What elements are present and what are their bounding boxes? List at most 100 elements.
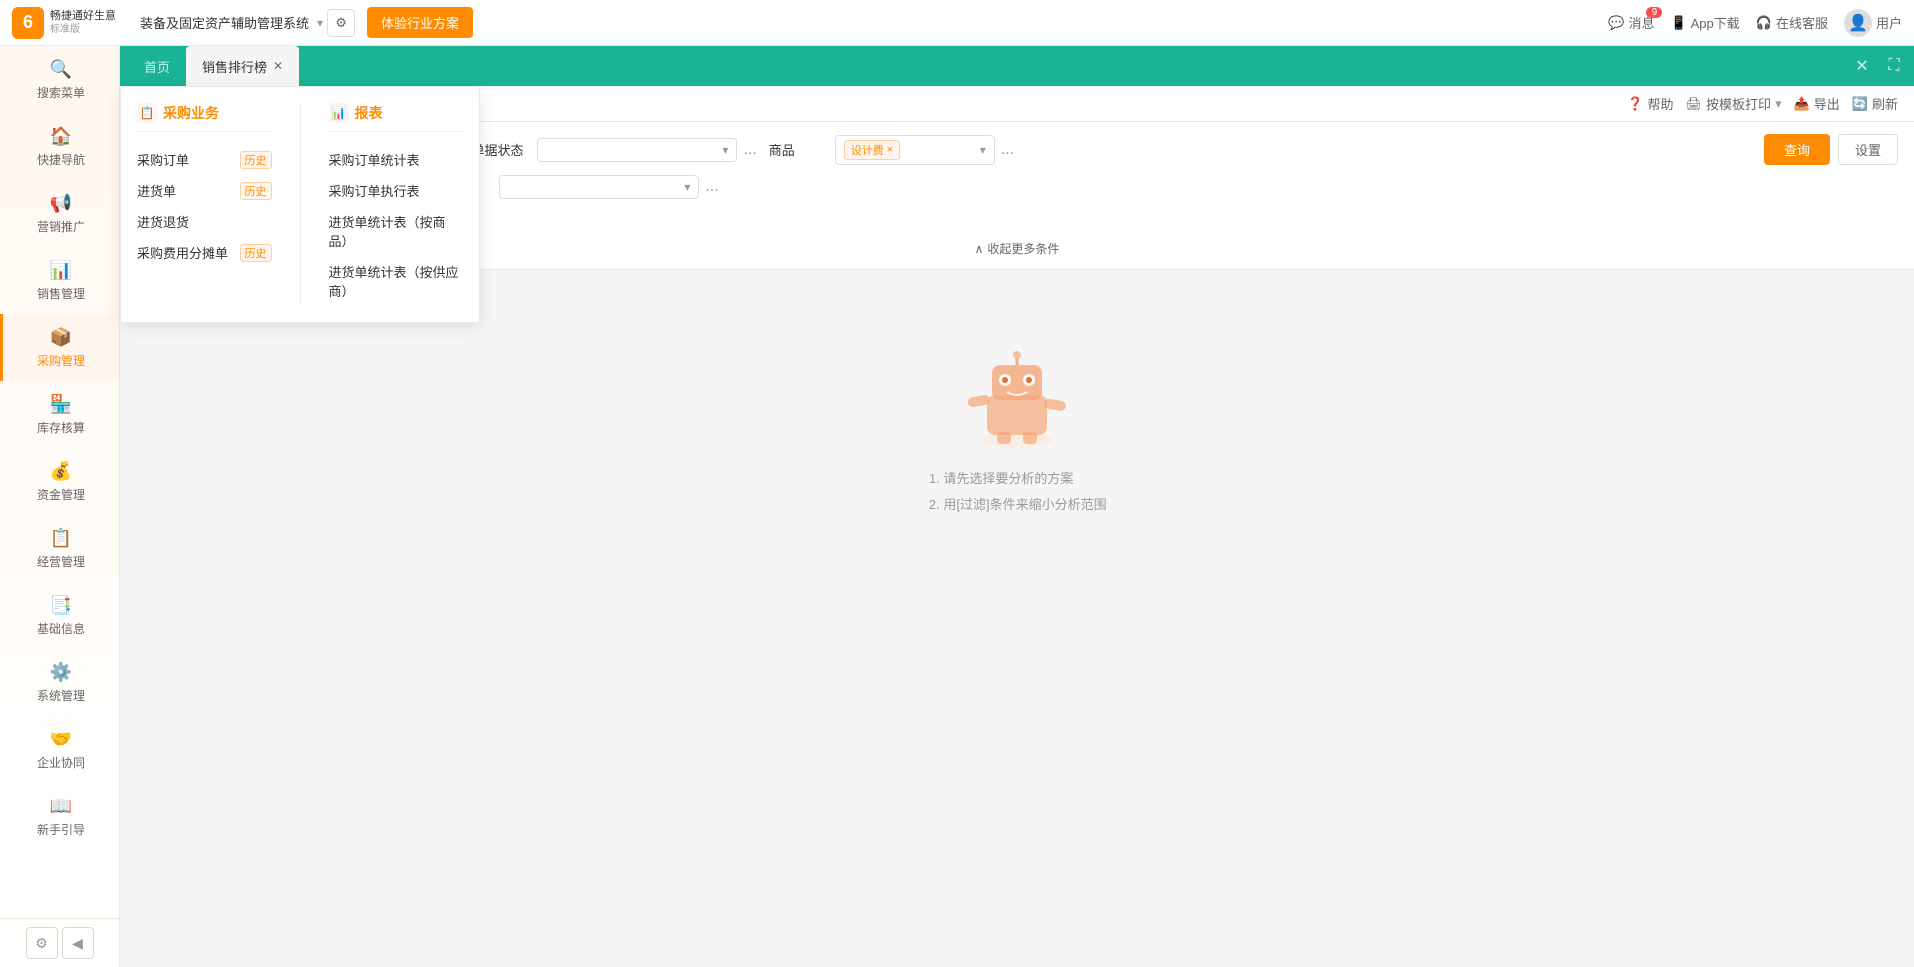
tab-home[interactable]: 首页 bbox=[128, 46, 186, 86]
goods-tag: 设计费 × bbox=[844, 140, 900, 160]
help-icon: ❓ bbox=[1627, 96, 1643, 112]
guide-icon: 📖 bbox=[50, 795, 72, 817]
app-download-btn[interactable]: 📱 App下载 bbox=[1670, 13, 1739, 32]
print-btn[interactable]: 🖨 按模板打印 ▾ bbox=[1686, 94, 1782, 113]
dropdown-item-purchase-order-stat[interactable]: 采购订单统计表 bbox=[329, 144, 464, 175]
sidebar-item-guide[interactable]: 📖 新手引导 bbox=[0, 783, 119, 850]
purchase-dropdown-menu: 📋 采购业务 采购订单 历史 进货单 历史 进货退货 采购费用分摊单 历史 bbox=[120, 86, 480, 323]
logo-icon: 6 bbox=[12, 7, 44, 39]
sidebar-item-system[interactable]: ⚙️ 系统管理 bbox=[0, 649, 119, 716]
history-badge-1: 历史 bbox=[240, 182, 272, 200]
inventory-icon: 🏪 bbox=[50, 393, 72, 415]
dropdown-item-goods-in-stat-goods[interactable]: 进货单统计表（按商品） bbox=[329, 206, 464, 256]
system-title-arrow[interactable]: ▾ bbox=[317, 16, 323, 30]
status-ellipsis[interactable]: ... bbox=[743, 141, 756, 159]
messages-btn[interactable]: 💬 消息 9 bbox=[1608, 13, 1654, 32]
print-arrow-icon: ▾ bbox=[1775, 96, 1782, 112]
tab-bar-actions: ✕ ⛶ bbox=[1850, 54, 1906, 78]
dropdown-item-goods-return[interactable]: 进货退货 bbox=[137, 206, 272, 237]
purchase-col: 📋 采购业务 采购订单 历史 进货单 历史 进货退货 采购费用分摊单 历史 bbox=[137, 103, 272, 306]
sidebar-item-enterprise[interactable]: 🤝 企业协同 bbox=[0, 716, 119, 783]
sidebar: 🔍 搜索菜单 🏠 快捷导航 📢 营销推广 📊 销售管理 📦 采购管理 🏪 库存核… bbox=[0, 46, 120, 967]
logo-text: 畅捷通好生意 标准版 bbox=[50, 9, 116, 36]
purchase-col-title: 📋 采购业务 bbox=[137, 103, 272, 132]
salesman-select[interactable]: ▾ bbox=[499, 175, 699, 199]
dropdown-divider bbox=[300, 103, 301, 306]
sales-icon: 📊 bbox=[50, 259, 72, 281]
dropdown-item-purchase-expense[interactable]: 采购费用分摊单 历史 bbox=[137, 237, 272, 268]
sidebar-item-inventory[interactable]: 🏪 库存核算 bbox=[0, 381, 119, 448]
collapse-icon: ∧ bbox=[975, 242, 984, 256]
home-icon: 🏠 bbox=[50, 125, 72, 147]
operations-icon: 📋 bbox=[50, 527, 72, 549]
help-btn[interactable]: ❓ 帮助 bbox=[1627, 94, 1673, 113]
basic-info-icon: 📑 bbox=[50, 594, 72, 616]
goods-tag-remove[interactable]: × bbox=[887, 144, 893, 156]
goods-filter: 商品 设计费 × ▾ ... bbox=[769, 135, 1014, 165]
salesman-ellipsis[interactable]: ... bbox=[705, 178, 718, 196]
refresh-icon: 🔄 bbox=[1852, 96, 1868, 112]
status-select-arrow: ▾ bbox=[722, 143, 728, 157]
avatar: 👤 bbox=[1844, 9, 1872, 37]
sidebar-item-search[interactable]: 🔍 搜索菜单 bbox=[0, 46, 119, 113]
sidebar-item-marketing[interactable]: 📢 营销推广 bbox=[0, 180, 119, 247]
enterprise-icon: 🤝 bbox=[50, 728, 72, 750]
marketing-icon: 📢 bbox=[50, 192, 72, 214]
tab-fullscreen-icon[interactable]: ⛶ bbox=[1882, 54, 1906, 78]
query-button[interactable]: 查询 bbox=[1764, 134, 1830, 165]
export-icon: 📤 bbox=[1794, 96, 1810, 112]
sidebar-item-quick-nav[interactable]: 🏠 快捷导航 bbox=[0, 113, 119, 180]
report-col-title: 📊 报表 bbox=[329, 103, 464, 132]
tab-bar: 首页 销售排行榜 ✕ ✕ ⛶ bbox=[120, 46, 1914, 86]
search-icon: 🔍 bbox=[50, 58, 72, 80]
dropdown-item-purchase-order-exec[interactable]: 采购订单执行表 bbox=[329, 175, 464, 206]
trial-button[interactable]: 体验行业方案 bbox=[367, 7, 473, 38]
main-layout: 🔍 搜索菜单 🏠 快捷导航 📢 营销推广 📊 销售管理 📦 采购管理 🏪 库存核… bbox=[0, 46, 1914, 967]
purchase-icon: 📦 bbox=[50, 326, 72, 348]
setting-button[interactable]: 设置 bbox=[1838, 134, 1898, 165]
message-badge: 9 bbox=[1646, 7, 1662, 18]
phone-icon: 📱 bbox=[1670, 15, 1686, 31]
dropdown-item-purchase-order[interactable]: 采购订单 历史 bbox=[137, 144, 272, 175]
export-btn[interactable]: 📤 导出 bbox=[1794, 94, 1840, 113]
system-icon: ⚙️ bbox=[50, 661, 72, 683]
dropdown-item-goods-in-stat-supplier[interactable]: 进货单统计表（按供应商） bbox=[329, 256, 464, 306]
headset-icon: 🎧 bbox=[1756, 15, 1772, 31]
settings-icon[interactable]: ⚙ bbox=[327, 9, 355, 37]
finance-icon: 💰 bbox=[50, 460, 72, 482]
tab-sales-rank[interactable]: 销售排行榜 ✕ bbox=[186, 46, 299, 86]
dropdown-item-goods-in[interactable]: 进货单 历史 bbox=[137, 175, 272, 206]
salesman-select-arrow: ▾ bbox=[684, 180, 690, 194]
logo-area: 6 畅捷通好生意 标准版 bbox=[12, 7, 132, 39]
sidebar-settings-btn[interactable]: ⚙ bbox=[26, 927, 58, 959]
history-badge-0: 历史 bbox=[240, 151, 272, 169]
content-area: 首页 销售排行榜 ✕ ✕ ⛶ ❓ 帮助 🖨 按模板 bbox=[120, 46, 1914, 967]
goods-select[interactable]: 设计费 × ▾ bbox=[835, 135, 995, 165]
print-icon: 🖨 bbox=[1686, 96, 1703, 112]
sidebar-collapse-btn[interactable]: ◀ bbox=[62, 927, 94, 959]
empty-illustration bbox=[957, 350, 1077, 450]
report-col: 📊 报表 采购订单统计表 采购订单执行表 进货单统计表（按商品） 进货单统计表（… bbox=[329, 103, 464, 306]
status-select[interactable]: ▾ bbox=[537, 138, 737, 162]
top-bar: 6 畅捷通好生意 标准版 装备及固定资产辅助管理系统 ▾ ⚙ 体验行业方案 💬 … bbox=[0, 0, 1914, 46]
tab-close-all-icon[interactable]: ✕ bbox=[1850, 54, 1874, 78]
sidebar-item-sales[interactable]: 📊 销售管理 bbox=[0, 247, 119, 314]
top-right-area: 💬 消息 9 📱 App下载 🎧 在线客服 👤 用户 bbox=[1608, 9, 1902, 37]
user-menu-btn[interactable]: 👤 用户 bbox=[1844, 9, 1902, 37]
online-service-btn[interactable]: 🎧 在线客服 bbox=[1756, 13, 1828, 32]
refresh-btn[interactable]: 🔄 刷新 bbox=[1852, 94, 1898, 113]
purchase-col-icon: 📋 bbox=[137, 103, 157, 123]
sidebar-item-purchase[interactable]: 📦 采购管理 bbox=[0, 314, 119, 381]
sidebar-item-basic-info[interactable]: 📑 基础信息 bbox=[0, 582, 119, 649]
empty-text: 请先选择要分析的方案 用[过滤]条件来缩小分析范围 bbox=[927, 466, 1106, 518]
history-badge-3: 历史 bbox=[240, 244, 272, 262]
goods-ellipsis[interactable]: ... bbox=[1001, 141, 1014, 159]
sidebar-bottom: ⚙ ◀ bbox=[0, 918, 119, 967]
status-filter: 单据状态 ▾ ... bbox=[471, 138, 756, 162]
sidebar-item-finance[interactable]: 💰 资金管理 bbox=[0, 448, 119, 515]
message-icon: 💬 bbox=[1608, 15, 1624, 31]
tab-close-icon[interactable]: ✕ bbox=[273, 59, 283, 73]
goods-select-arrow: ▾ bbox=[980, 143, 986, 157]
report-col-icon: 📊 bbox=[329, 103, 349, 123]
sidebar-item-operations[interactable]: 📋 经营管理 bbox=[0, 515, 119, 582]
